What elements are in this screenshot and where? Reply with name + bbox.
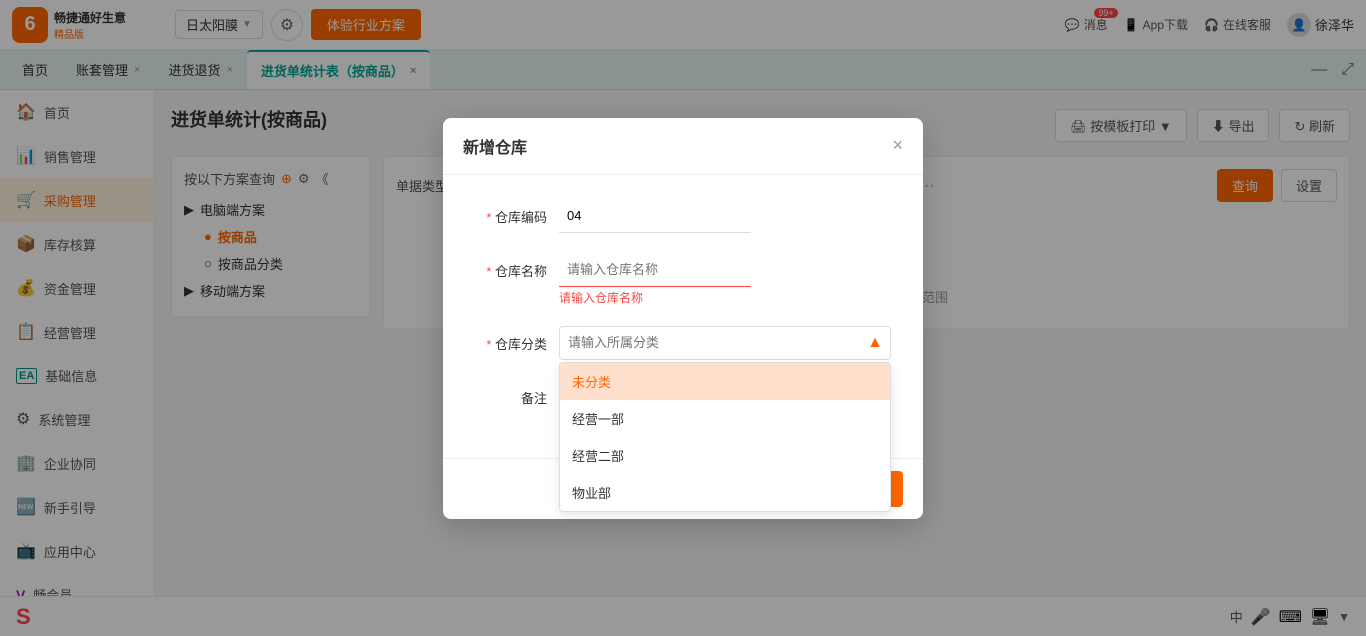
warehouse-code-label: 仓库编码 [475, 199, 547, 226]
dropdown-item-dept1[interactable]: 经营一部 [560, 400, 890, 437]
warehouse-code-input[interactable] [559, 199, 751, 233]
modal-header: 新增仓库 × [443, 118, 923, 175]
warehouse-code-row: 仓库编码 [475, 199, 891, 233]
warehouse-name-field: 请输入仓库名称 [559, 253, 891, 306]
modal-title: 新增仓库 [463, 134, 527, 158]
modal-body: 仓库编码 仓库名称 请输入仓库名称 仓库分类 ▲ [443, 175, 923, 458]
category-dropdown-list: 未分类 经营一部 经营二部 物业部 [559, 362, 891, 512]
warehouse-category-input[interactable] [559, 326, 891, 360]
warehouse-note-label: 备注 [475, 380, 547, 407]
warehouse-name-error: 请输入仓库名称 [559, 289, 891, 306]
modal-overlay: 新增仓库 × 仓库编码 仓库名称 请输入仓库名称 仓库分类 [0, 0, 1366, 636]
warehouse-name-label: 仓库名称 [475, 253, 547, 280]
dropdown-item-none[interactable]: 未分类 [560, 363, 890, 400]
new-warehouse-modal: 新增仓库 × 仓库编码 仓库名称 请输入仓库名称 仓库分类 [443, 118, 923, 519]
warehouse-name-input[interactable] [559, 253, 751, 287]
warehouse-name-row: 仓库名称 请输入仓库名称 [475, 253, 891, 306]
modal-close-button[interactable]: × [892, 135, 903, 156]
warehouse-code-field [559, 199, 891, 233]
dropdown-item-dept2[interactable]: 经营二部 [560, 437, 890, 474]
warehouse-category-field: ▲ 未分类 经营一部 经营二部 物业部 [559, 326, 891, 360]
dropdown-item-property[interactable]: 物业部 [560, 474, 890, 511]
warehouse-category-row: 仓库分类 ▲ 未分类 经营一部 经营二部 物业部 [475, 326, 891, 360]
warehouse-category-label: 仓库分类 [475, 326, 547, 353]
